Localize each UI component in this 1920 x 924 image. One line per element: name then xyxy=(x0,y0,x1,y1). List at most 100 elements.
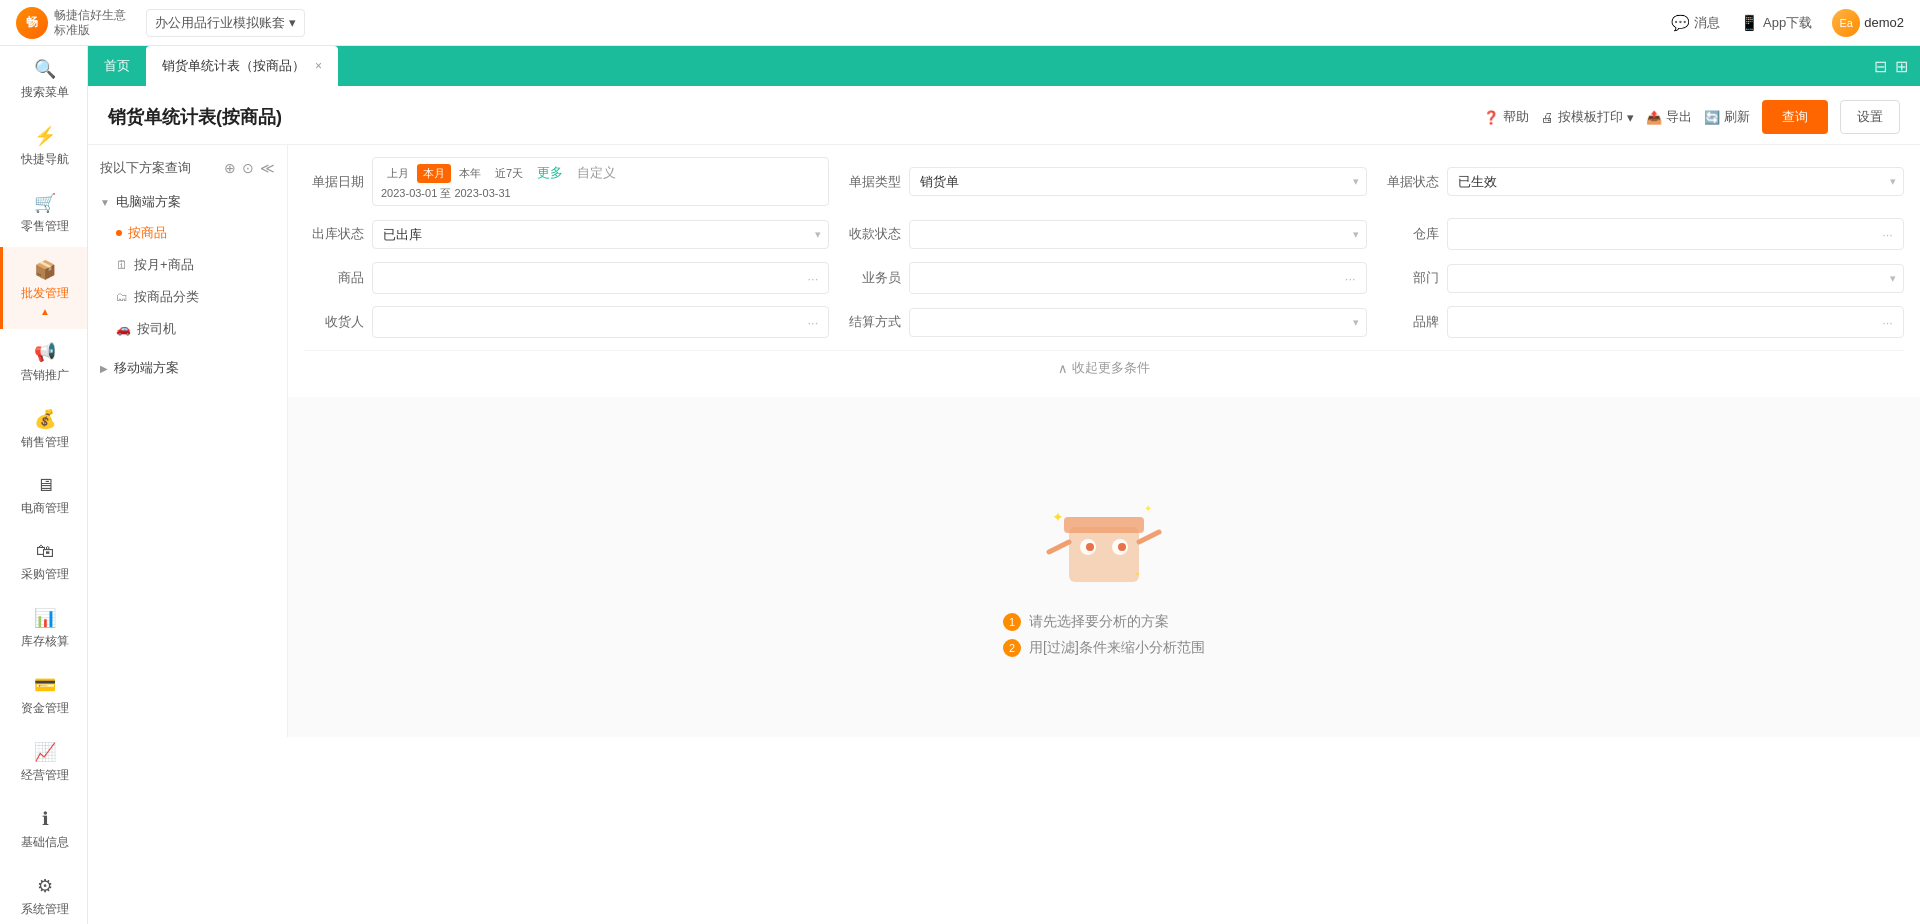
tab-sales-stats[interactable]: 销货单统计表（按商品） × xyxy=(146,46,338,86)
scheme-item-month-goods[interactable]: 🗓 按月+商品 xyxy=(88,249,287,281)
department-select[interactable] xyxy=(1447,264,1904,293)
receiver-ellipsis-icon: ··· xyxy=(807,315,818,330)
empty-tip-2: 2 用[过滤]条件来缩小分析范围 xyxy=(1003,639,1205,657)
collect-status-select[interactable] xyxy=(909,220,1366,249)
filter-field-date: 单据日期 上月 本月 本年 近7天 更多 自定义 xyxy=(304,157,829,206)
group-arrow-icon: ▼ xyxy=(100,197,110,208)
salesman-input[interactable]: ··· xyxy=(909,262,1366,294)
sidebar-item-inventory[interactable]: 📊 库存核算 xyxy=(0,595,87,662)
scheme-item-by-goods[interactable]: 按商品 xyxy=(88,217,287,249)
sidebar-item-retail[interactable]: 🛒 零售管理 xyxy=(0,180,87,247)
tip-dot-1: 1 xyxy=(1003,613,1021,631)
print-button[interactable]: 🖨 按模板打印 ▾ xyxy=(1541,108,1634,126)
scheme-add-button[interactable]: ⊕ xyxy=(224,160,236,176)
sidebar-item-operations[interactable]: 📈 经营管理 xyxy=(0,729,87,796)
search-icon: 🔍 xyxy=(34,58,56,80)
scheme-header-actions: ⊕ ⊙ ≪ xyxy=(224,160,275,176)
date-range-selector[interactable]: 上月 本月 本年 近7天 更多 自定义 2023-03-01 至 2023-03… xyxy=(372,157,829,206)
top-header: 畅 畅捷信好生意 标准版 办公用品行业模拟账套 ▾ 💬 消息 📱 App下载 E… xyxy=(0,0,1920,46)
brand-input[interactable]: ··· xyxy=(1447,306,1904,338)
filter-and-content: 单据日期 上月 本月 本年 近7天 更多 自定义 xyxy=(288,145,1920,737)
query-button[interactable]: 查询 xyxy=(1762,100,1828,134)
operations-icon: 📈 xyxy=(34,741,56,763)
main-panel: 按以下方案查询 ⊕ ⊙ ≪ ▼ 电脑端方案 xyxy=(88,145,1920,737)
help-button[interactable]: ❓ 帮助 xyxy=(1483,108,1529,126)
filter-row-1: 单据日期 上月 本月 本年 近7天 更多 自定义 xyxy=(304,157,1904,206)
filter-field-salesman: 业务员 ··· xyxy=(841,262,1366,294)
sidebar-item-quick-nav[interactable]: ⚡ 快捷导航 xyxy=(0,113,87,180)
user-action[interactable]: Ea demo2 xyxy=(1832,9,1904,37)
marketing-icon: 📢 xyxy=(34,341,56,363)
scheme-settings-button[interactable]: ⊙ xyxy=(242,160,254,176)
export-button[interactable]: 📤 导出 xyxy=(1646,108,1692,126)
scheme-group-desktop: ▼ 电脑端方案 按商品 🗓 按月+商品 🗂 xyxy=(88,183,287,349)
app-download-action[interactable]: 📱 App下载 xyxy=(1740,14,1812,32)
doc-status-select[interactable]: 已生效 xyxy=(1447,167,1904,196)
finance-icon: 💳 xyxy=(34,674,56,696)
date-tab-last-month[interactable]: 上月 xyxy=(381,164,415,183)
scheme-item-by-driver[interactable]: 🚗 按司机 xyxy=(88,313,287,345)
sidebar-item-marketing[interactable]: 📢 营销推广 xyxy=(0,329,87,396)
page-content: 销货单统计表(按商品) ❓ 帮助 🖨 按模板打印 ▾ 📤 导出 xyxy=(88,86,1920,924)
out-status-select[interactable]: 已出库 xyxy=(372,220,829,249)
tab-minimize-button[interactable]: ⊟ xyxy=(1874,57,1887,76)
ecommerce-icon: 🖥 xyxy=(36,475,54,496)
filter-field-department: 部门 ▾ xyxy=(1379,264,1904,293)
sidebar: 🔍 搜索菜单 ⚡ 快捷导航 🛒 零售管理 📦 批发管理 ▲ 📢 营销推广 💰 销… xyxy=(0,46,88,924)
sidebar-item-finance[interactable]: 💳 资金管理 xyxy=(0,662,87,729)
filter-field-receiver: 收货人 ··· xyxy=(304,306,829,338)
sidebar-item-search[interactable]: 🔍 搜索菜单 xyxy=(0,46,87,113)
svg-line-7 xyxy=(1139,532,1159,542)
help-icon: ❓ xyxy=(1483,110,1499,125)
goods-input[interactable]: ··· xyxy=(372,262,829,294)
tab-close-button[interactable]: × xyxy=(315,59,322,73)
tab-maximize-button[interactable]: ⊞ xyxy=(1895,57,1908,76)
sidebar-item-ecommerce[interactable]: 🖥 电商管理 xyxy=(0,463,87,529)
industry-dropdown[interactable]: 办公用品行业模拟账套 ▾ xyxy=(146,9,305,37)
page-actions: ❓ 帮助 🖨 按模板打印 ▾ 📤 导出 🔄 刷新 xyxy=(1483,100,1900,134)
sidebar-item-wholesale[interactable]: 📦 批发管理 ▲ xyxy=(0,247,87,329)
scheme-group-mobile-title[interactable]: ▶ 移动端方案 xyxy=(88,353,287,383)
scheme-item-by-category[interactable]: 🗂 按商品分类 xyxy=(88,281,287,313)
doc-type-wrapper: 销货单 ▾ xyxy=(909,167,1366,196)
settings-button[interactable]: 设置 xyxy=(1840,100,1900,134)
collapse-bar[interactable]: ∧ 收起更多条件 xyxy=(304,350,1904,385)
tab-home[interactable]: 首页 xyxy=(88,46,146,86)
date-tab-this-month[interactable]: 本月 xyxy=(417,164,451,183)
filter-field-collect-status: 收款状态 ▾ xyxy=(841,220,1366,249)
collapse-arrow-icon: ∧ xyxy=(1058,361,1068,376)
date-tab-more[interactable]: 更多 xyxy=(531,162,569,184)
avatar: Ea xyxy=(1832,9,1860,37)
sidebar-item-purchase[interactable]: 🛍 采购管理 xyxy=(0,529,87,595)
print-dropdown-icon: ▾ xyxy=(1627,110,1634,125)
doc-type-select[interactable]: 销货单 xyxy=(909,167,1366,196)
empty-illustration: ✦ ✦ ✦ xyxy=(1044,477,1164,597)
refresh-button[interactable]: 🔄 刷新 xyxy=(1704,108,1750,126)
goods-ellipsis-icon: ··· xyxy=(807,271,818,286)
filter-row-2: 出库状态 已出库 ▾ 收款状态 xyxy=(304,218,1904,250)
month-goods-icon: 🗓 xyxy=(116,258,128,272)
date-tab-this-year[interactable]: 本年 xyxy=(453,164,487,183)
department-wrapper: ▾ xyxy=(1447,264,1904,293)
receiver-input[interactable]: ··· xyxy=(372,306,829,338)
brand-label: 品牌 xyxy=(1379,313,1439,331)
refresh-icon: 🔄 xyxy=(1704,110,1720,125)
download-icon: 📱 xyxy=(1740,14,1759,32)
filter-field-out-status: 出库状态 已出库 ▾ xyxy=(304,220,829,249)
filter-field-payment: 结算方式 ▾ xyxy=(841,308,1366,337)
inventory-icon: 📊 xyxy=(34,607,56,629)
date-tab-7days[interactable]: 近7天 xyxy=(489,164,529,183)
scheme-collapse-button[interactable]: ≪ xyxy=(260,160,275,176)
warehouse-ellipsis-icon: ··· xyxy=(1882,227,1893,242)
message-action[interactable]: 💬 消息 xyxy=(1671,14,1720,32)
svg-point-5 xyxy=(1118,543,1126,551)
svg-rect-1 xyxy=(1064,517,1144,533)
doc-status-label: 单据状态 xyxy=(1379,173,1439,191)
sidebar-item-basic-info[interactable]: ℹ 基础信息 xyxy=(0,796,87,863)
warehouse-input[interactable]: ··· xyxy=(1447,218,1904,250)
sidebar-item-system[interactable]: ⚙ 系统管理 xyxy=(0,863,87,924)
scheme-group-desktop-title[interactable]: ▼ 电脑端方案 xyxy=(88,187,287,217)
date-tab-custom[interactable]: 自定义 xyxy=(571,162,622,184)
sidebar-item-sales[interactable]: 💰 销售管理 xyxy=(0,396,87,463)
payment-select[interactable] xyxy=(909,308,1366,337)
